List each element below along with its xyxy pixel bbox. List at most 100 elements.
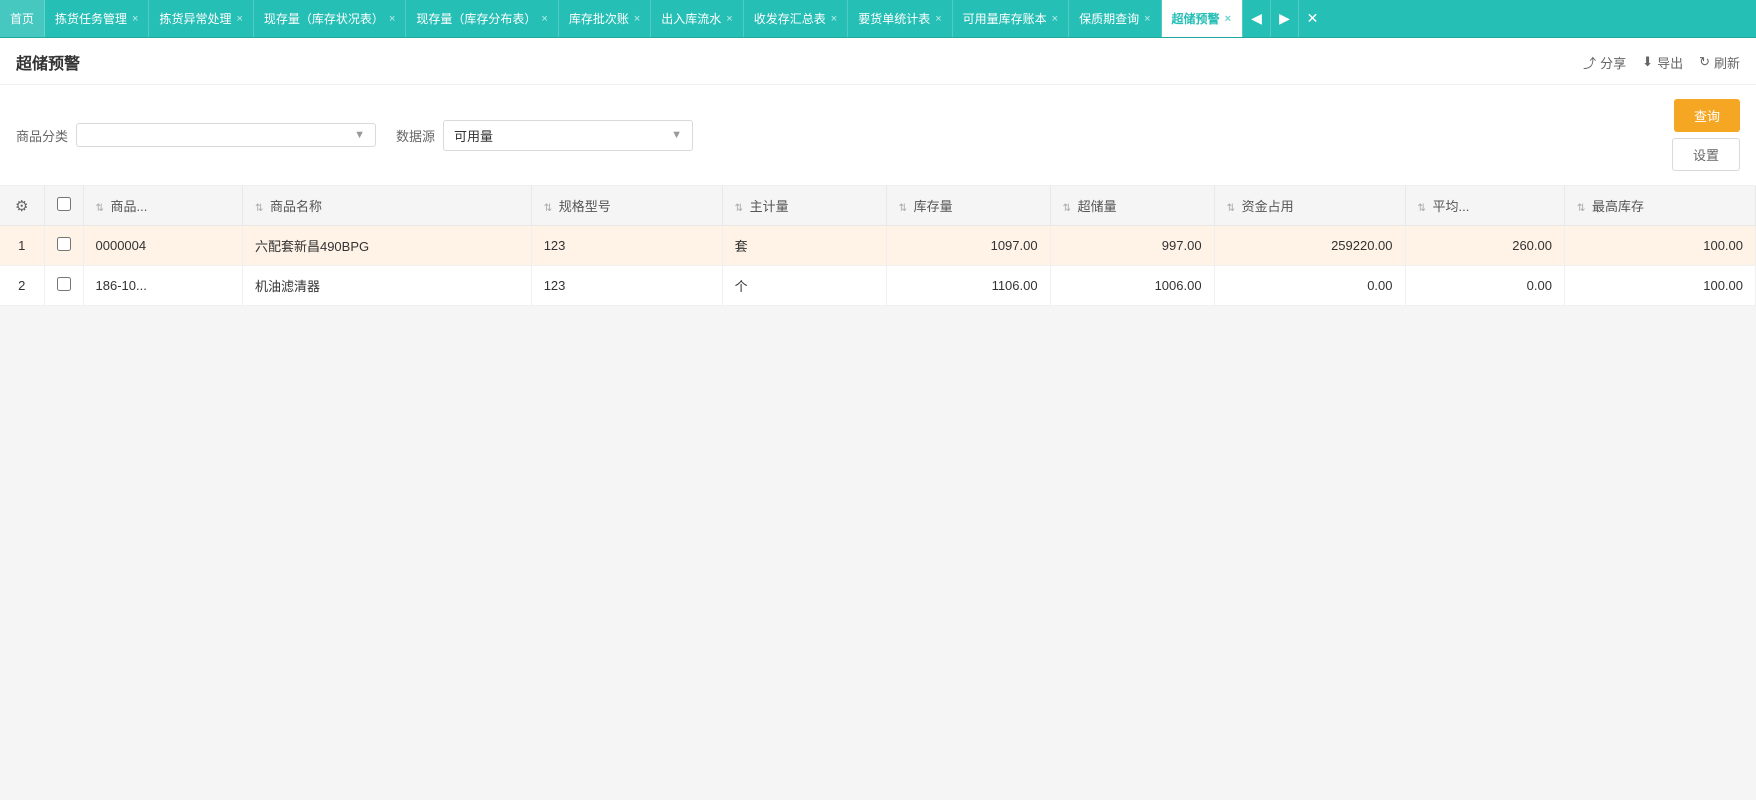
datasource-label: 数据源	[396, 126, 435, 145]
nav-tab-label: 可用量库存账本	[963, 10, 1047, 27]
row-checkbox[interactable]	[57, 237, 71, 251]
refresh-label: 刷新	[1714, 53, 1740, 72]
nav-tab-label: 拣货异常处理	[159, 10, 231, 27]
row-checkbox-cell	[44, 226, 83, 266]
close-icon[interactable]: ×	[389, 13, 395, 25]
sort-icon: ⇅	[544, 203, 552, 214]
category-select[interactable]: ▼	[76, 123, 376, 147]
close-icon[interactable]: ×	[935, 13, 941, 25]
settings-button[interactable]: 设置	[1672, 138, 1740, 171]
refresh-button[interactable]: ↻ 刷新	[1699, 53, 1740, 72]
nav-close-all-button[interactable]: ✕	[1298, 0, 1326, 38]
column-maxstock[interactable]: ⇅ 最高库存	[1564, 186, 1755, 226]
nav-tab-batch[interactable]: 库存批次账 ×	[559, 0, 651, 38]
column-settings[interactable]: ⚙	[0, 186, 44, 226]
row-maxstock: 100.00	[1564, 266, 1755, 306]
top-navigation: 首页 拣货任务管理 × 拣货异常处理 × 现存量（库存状况表） × 现存量（库存…	[0, 0, 1756, 38]
row-capital: 259220.00	[1214, 226, 1405, 266]
row-spec: 123	[531, 266, 722, 306]
close-icon[interactable]: ×	[1144, 13, 1150, 25]
share-icon: ⤴	[1583, 53, 1596, 72]
gear-icon[interactable]: ⚙	[15, 198, 28, 215]
row-overflow: 997.00	[1050, 226, 1214, 266]
nav-tab-available[interactable]: 可用量库存账本 ×	[953, 0, 1069, 38]
nav-prev-button[interactable]: ◀	[1242, 0, 1270, 38]
column-code[interactable]: ⇅ 商品...	[83, 186, 242, 226]
close-icon[interactable]: ×	[541, 13, 547, 25]
datasource-select[interactable]: 可用量 ▼	[443, 120, 693, 151]
category-filter: 商品分类 ▼	[16, 123, 376, 147]
row-stock: 1097.00	[886, 226, 1050, 266]
close-icon[interactable]: ×	[634, 13, 640, 25]
row-overflow: 1006.00	[1050, 266, 1214, 306]
table-header-row: ⚙ ⇅ 商品... ⇅ 商品名称 ⇅ 规格型号	[0, 186, 1756, 226]
column-name[interactable]: ⇅ 商品名称	[242, 186, 531, 226]
nav-tab-task-mgmt[interactable]: 拣货任务管理 ×	[45, 0, 149, 38]
column-unit[interactable]: ⇅ 主计量	[722, 186, 886, 226]
data-table: ⚙ ⇅ 商品... ⇅ 商品名称 ⇅ 规格型号	[0, 186, 1756, 306]
row-avg: 0.00	[1405, 266, 1564, 306]
header-actions: ⤴ 分享 ⬇ 导出 ↻ 刷新	[1583, 53, 1740, 72]
row-code: 0000004	[83, 226, 242, 266]
nav-tab-stock-dist[interactable]: 现存量（库存分布表） ×	[406, 0, 558, 38]
nav-tab-label: 收发存汇总表	[754, 10, 826, 27]
export-label: 导出	[1657, 53, 1683, 72]
chevron-down-icon: ▼	[354, 129, 365, 141]
sort-icon: ⇅	[899, 203, 907, 214]
column-overflow[interactable]: ⇅ 超储量	[1050, 186, 1214, 226]
nav-tab-stock-status[interactable]: 现存量（库存状况表） ×	[254, 0, 406, 38]
row-capital: 0.00	[1214, 266, 1405, 306]
row-unit: 套	[722, 226, 886, 266]
nav-tab-summary[interactable]: 收发存汇总表 ×	[744, 0, 848, 38]
nav-tab-expiry[interactable]: 保质期查询 ×	[1069, 0, 1161, 38]
nav-tab-exception[interactable]: 拣货异常处理 ×	[149, 0, 253, 38]
select-all-checkbox[interactable]	[57, 197, 71, 211]
chevron-down-icon: ▼	[671, 129, 682, 141]
column-avg[interactable]: ⇅ 平均...	[1405, 186, 1564, 226]
nav-tab-home[interactable]: 首页	[0, 0, 45, 38]
page-header: 超储预警 ⤴ 分享 ⬇ 导出 ↻ 刷新	[0, 38, 1756, 85]
row-maxstock: 100.00	[1564, 226, 1755, 266]
row-num: 1	[0, 226, 44, 266]
nav-tab-inout[interactable]: 出入库流水 ×	[651, 0, 743, 38]
column-spec[interactable]: ⇅ 规格型号	[531, 186, 722, 226]
datasource-filter: 数据源 可用量 ▼	[396, 120, 693, 151]
column-overflow-label: 超储量	[1078, 199, 1117, 214]
query-button[interactable]: 查询	[1674, 99, 1740, 132]
row-num: 2	[0, 266, 44, 306]
export-button[interactable]: ⬇ 导出	[1642, 53, 1683, 72]
nav-tab-label: 首页	[10, 10, 34, 27]
sort-icon: ⇅	[735, 203, 743, 214]
close-icon[interactable]: ×	[831, 13, 837, 25]
column-stock[interactable]: ⇅ 库存量	[886, 186, 1050, 226]
share-label: 分享	[1600, 53, 1626, 72]
close-icon[interactable]: ×	[1225, 13, 1231, 25]
nav-tab-overstock[interactable]: 超储预警 ×	[1162, 0, 1242, 38]
row-unit: 个	[722, 266, 886, 306]
nav-next-button[interactable]: ▶	[1270, 0, 1298, 38]
sort-icon: ⇅	[1227, 203, 1235, 214]
close-icon[interactable]: ×	[726, 13, 732, 25]
nav-tab-label: 超储预警	[1172, 10, 1220, 27]
close-icon[interactable]: ×	[236, 13, 242, 25]
page-title: 超储预警	[16, 50, 80, 74]
column-unit-label: 主计量	[750, 199, 789, 214]
column-checkbox	[44, 186, 83, 226]
table-row: 2 186-10... 机油滤清器 123 个 1106.00 1006.00 …	[0, 266, 1756, 306]
nav-tab-order-stats[interactable]: 要货单统计表 ×	[848, 0, 952, 38]
datasource-value: 可用量	[454, 126, 493, 145]
share-button[interactable]: ⤴ 分享	[1583, 53, 1626, 72]
row-name: 机油滤清器	[242, 266, 531, 306]
row-checkbox[interactable]	[57, 277, 71, 291]
nav-tab-label: 现存量（库存状况表）	[264, 10, 384, 27]
close-icon[interactable]: ×	[132, 13, 138, 25]
main-content: 超储预警 ⤴ 分享 ⬇ 导出 ↻ 刷新 商品分类 ▼ 数据源	[0, 38, 1756, 306]
nav-tab-label: 出入库流水	[661, 10, 721, 27]
filter-bar: 商品分类 ▼ 数据源 可用量 ▼ 查询 设置	[0, 85, 1756, 186]
close-icon[interactable]: ×	[1052, 13, 1058, 25]
column-capital[interactable]: ⇅ 资金占用	[1214, 186, 1405, 226]
sort-icon: ⇅	[255, 203, 263, 214]
nav-tab-label: 现存量（库存分布表）	[416, 10, 536, 27]
sort-icon: ⇅	[1063, 203, 1071, 214]
nav-tab-label: 保质期查询	[1079, 10, 1139, 27]
